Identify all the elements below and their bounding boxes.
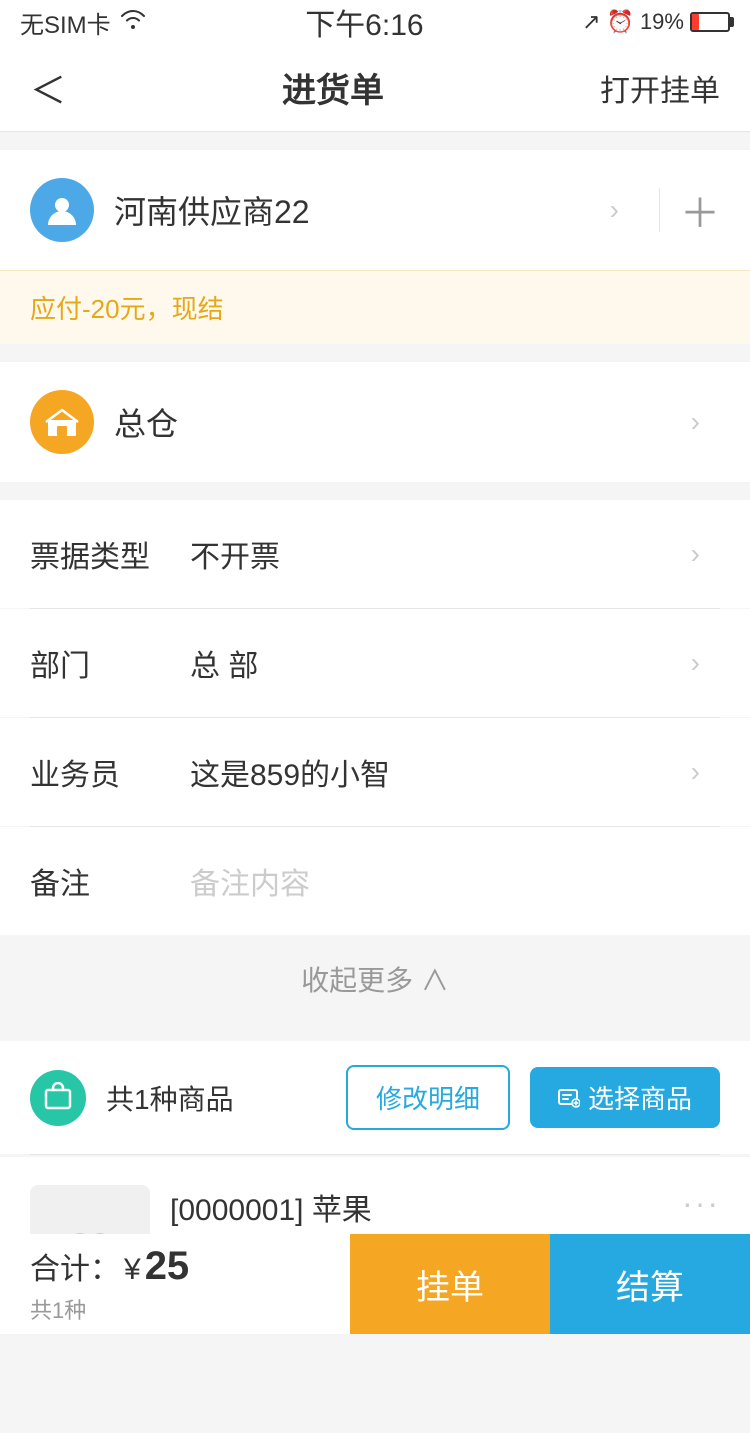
products-count: 共1种商品: [106, 1078, 326, 1118]
hang-label: 挂单: [416, 1260, 484, 1309]
salesman-label: 业务员: [30, 750, 150, 794]
edit-detail-button[interactable]: 修改明细: [346, 1065, 510, 1130]
checkout-label: 结算: [616, 1260, 684, 1309]
status-time: 下午6:16: [305, 0, 423, 44]
salesman-value: 这是859的小智: [150, 750, 691, 794]
status-bar: 无SIM卡 下午6:16 ↗ ⏰ 19%: [0, 0, 750, 44]
salesman-row[interactable]: 业务员 这是859的小智 ›: [0, 718, 750, 826]
separator-2: [0, 344, 750, 362]
bottom-spacer: [0, 1333, 750, 1433]
status-right: ↗ ⏰ 19%: [582, 9, 730, 35]
add-supplier-button[interactable]: ＋: [680, 181, 720, 239]
select-product-button[interactable]: 选择商品: [530, 1067, 720, 1128]
location-icon: ↗: [582, 9, 600, 35]
battery-percent: 19%: [640, 9, 684, 35]
total-label: 合计：: [30, 1244, 120, 1288]
total-sub: 共1种: [30, 1293, 320, 1325]
page-title: 进货单: [282, 63, 384, 112]
remark-row[interactable]: 备注 备注内容: [0, 827, 750, 935]
warehouse-chevron-icon: ›: [691, 406, 700, 438]
product-more-button[interactable]: ···: [682, 1185, 720, 1222]
remark-input[interactable]: 备注内容: [150, 859, 720, 903]
invoice-chevron-icon: ›: [691, 538, 700, 570]
separator-1: [0, 132, 750, 150]
battery-icon: [690, 12, 730, 32]
department-row[interactable]: 部门 总 部 ›: [0, 609, 750, 717]
total-symbol: ¥: [124, 1253, 141, 1287]
hang-button[interactable]: 挂单: [350, 1234, 550, 1334]
status-left: 无SIM卡: [20, 5, 147, 40]
collapse-label: 收起更多 ∧: [301, 959, 449, 999]
supplier-avatar: [30, 178, 94, 242]
collapse-row[interactable]: 收起更多 ∧: [0, 935, 750, 1023]
invoice-label: 票据类型: [30, 532, 150, 576]
supplier-row[interactable]: 河南供应商22 › ＋: [0, 150, 750, 270]
alarm-icon: ⏰: [607, 9, 634, 35]
back-button[interactable]: ＜: [30, 62, 66, 114]
salesman-chevron-icon: ›: [691, 756, 700, 788]
bottom-bar: 合计： ¥ 25 共1种 挂单 结算: [0, 1234, 750, 1334]
total-main: 合计： ¥ 25: [30, 1244, 320, 1289]
warehouse-name: 总仓: [114, 399, 691, 445]
department-chevron-icon: ›: [691, 647, 700, 679]
nav-bar: ＜ 进货单 打开挂单: [0, 44, 750, 132]
wifi-icon: [119, 8, 147, 36]
total-amount: 25: [145, 1244, 190, 1289]
department-value: 总 部: [150, 641, 691, 685]
select-product-label: 选择商品: [588, 1079, 692, 1116]
product-name: [0000001] 苹果: [170, 1185, 662, 1229]
product-code: [0000001]: [170, 1194, 303, 1227]
warehouse-icon: [30, 390, 94, 454]
separator-7: [0, 1023, 750, 1041]
separator-3: [0, 482, 750, 500]
product-title: 苹果: [312, 1194, 372, 1227]
remark-label: 备注: [30, 859, 150, 903]
invoice-value: 不开票: [150, 532, 691, 576]
supplier-divider: [659, 188, 660, 232]
products-header: 共1种商品 修改明细 选择商品: [0, 1041, 750, 1154]
notice-bar: 应付-20元，现结: [0, 270, 750, 344]
open-hang-button[interactable]: 打开挂单: [600, 66, 720, 110]
notice-text: 应付-20元，现结: [30, 294, 224, 324]
bottom-total: 合计： ¥ 25 共1种: [0, 1244, 350, 1325]
department-label: 部门: [30, 641, 150, 685]
separator-8: [30, 1154, 720, 1155]
invoice-row[interactable]: 票据类型 不开票 ›: [0, 500, 750, 608]
carrier-label: 无SIM卡: [20, 5, 111, 40]
products-icon: [30, 1070, 86, 1126]
checkout-button[interactable]: 结算: [550, 1234, 750, 1334]
supplier-name: 河南供应商22: [114, 187, 610, 233]
supplier-chevron-icon: ›: [610, 194, 619, 226]
warehouse-row[interactable]: 总仓 ›: [0, 362, 750, 482]
